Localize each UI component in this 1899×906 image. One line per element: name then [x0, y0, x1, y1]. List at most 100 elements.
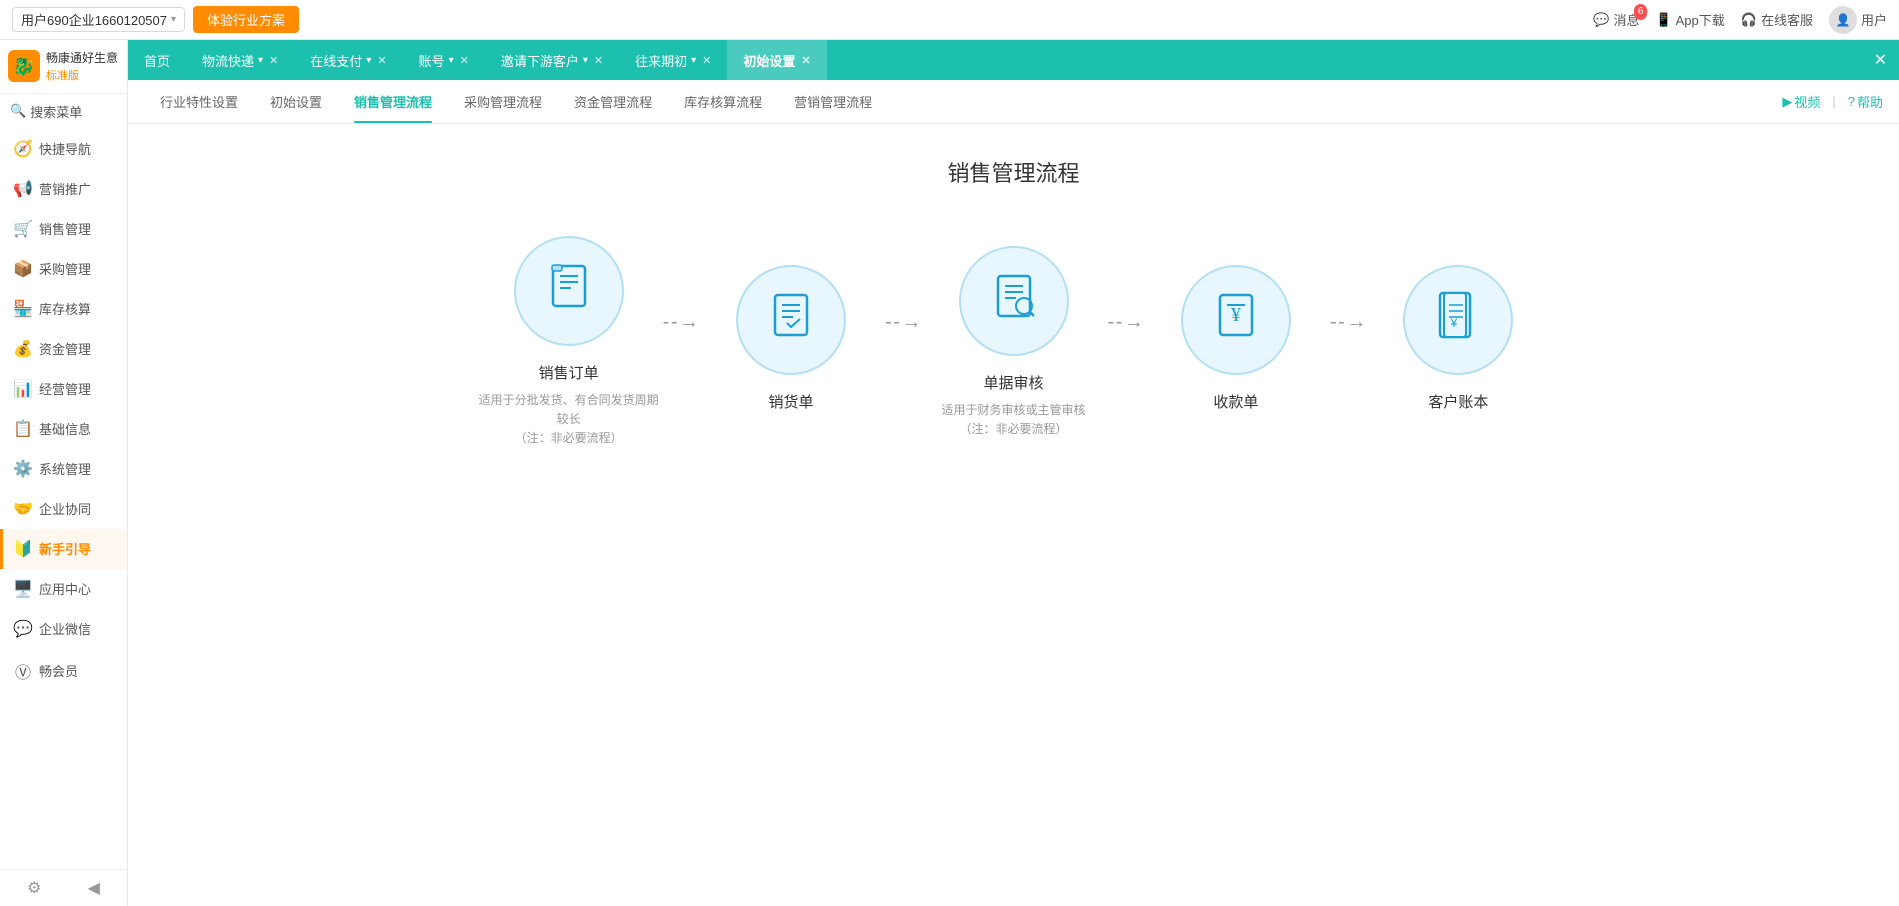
video-help-btn[interactable]: ▶ 视频 [1782, 92, 1820, 111]
flow-step-receipt[interactable]: ¥ 收款单 [1146, 265, 1326, 420]
trial-btn[interactable]: 体验行业方案 [193, 6, 299, 33]
sidebar-item-chang-member[interactable]: Ⓥ 畅会员 [0, 649, 127, 693]
flow-step-customer-ledger[interactable]: ¥ 客户账本 [1368, 265, 1548, 420]
sidebar-item-new-guide[interactable]: 🔰 新手引导 [0, 529, 127, 569]
sidebar-settings-btn[interactable]: ⚙ [27, 878, 41, 898]
marketing-promo-label: 营销推广 [39, 179, 91, 198]
company-selector[interactable]: 用户690企业1660120507 ▾ [12, 7, 185, 32]
subtab-inventory-flow[interactable]: 库存核算流程 [668, 80, 778, 123]
tab-logistics[interactable]: 物流快递 ▾ ✕ [186, 40, 294, 80]
flow-diagram: 销售订单 适用于分批发货、有合同发货周期较长（注：非必要流程） - - → [168, 236, 1859, 449]
subtab-industry-label: 行业特性设置 [160, 92, 238, 111]
close-all-tabs-btn[interactable]: ✕ [1862, 40, 1899, 80]
customer-ledger-icon: ¥ [1432, 289, 1484, 351]
sales-order-icon [543, 260, 595, 322]
sidebar-item-biz-mgmt[interactable]: 📊 经营管理 [0, 369, 127, 409]
sidebar-item-purchase-mgmt[interactable]: 📦 采购管理 [0, 249, 127, 289]
sidebar-item-sales-mgmt[interactable]: 🛒 销售管理 [0, 209, 127, 249]
receipt-name: 收款单 [1213, 391, 1258, 412]
close-account-btn[interactable]: ✕ [460, 54, 469, 67]
sidebar-item-sys-mgmt[interactable]: ⚙️ 系统管理 [0, 449, 127, 489]
flow-step-doc-review[interactable]: 单据审核 适用于财务审核或主管审核（注：非必要流程） [924, 246, 1104, 439]
video-icon: ▶ [1782, 94, 1792, 110]
sub-tabs-right: ▶ 视频 | ? 帮助 [1782, 92, 1883, 111]
user-btn[interactable]: 👤 用户 [1829, 6, 1887, 34]
sidebar-item-basic-info[interactable]: 📋 基础信息 [0, 409, 127, 449]
sidebar-collapse-btn[interactable]: ◀ [88, 878, 100, 898]
sidebar-item-marketing-promo[interactable]: 📢 营销推广 [0, 169, 127, 209]
tab-online-pay[interactable]: 在线支付 ▾ ✕ [294, 40, 402, 80]
biz-mgmt-label: 经营管理 [39, 379, 91, 398]
sidebar-item-enterprise-collab[interactable]: 🤝 企业协同 [0, 489, 127, 529]
tab-invite-label: 邀请下游客户 [501, 51, 579, 70]
tab-period-init[interactable]: 往来期初 ▾ ✕ [619, 40, 727, 80]
tab-account-label: 账号 [419, 51, 445, 70]
app-download-btn[interactable]: 📱 App下载 [1655, 10, 1724, 29]
app-center-label: 应用中心 [39, 579, 91, 598]
inventory-label: 库存核算 [39, 299, 91, 318]
subtab-purchase-flow-label: 采购管理流程 [464, 92, 542, 111]
dropdown-icon: ▾ [258, 55, 263, 66]
dropdown-icon3: ▾ [449, 55, 454, 66]
flow-circle-doc-review [959, 246, 1069, 356]
help-btn[interactable]: ? 帮助 [1848, 92, 1883, 111]
finance-mgmt-label: 资金管理 [39, 339, 91, 358]
download-icon: 📱 [1655, 12, 1671, 28]
sidebar-item-finance-mgmt[interactable]: 💰 资金管理 [0, 329, 127, 369]
doc-review-name: 单据审核 [983, 372, 1043, 393]
main-layout: 🐉 畅康通好生意 标准版 🔍 搜索菜单 🧭 快捷导航 📢 营销推广 🛒 销售管理… [0, 40, 1899, 906]
content-area: 首页 物流快递 ▾ ✕ 在线支付 ▾ ✕ 账号 ▾ ✕ 邀请下游客户 ▾ ✕ [128, 40, 1899, 906]
page-content: 销售管理流程 [128, 124, 1899, 906]
service-label: 在线客服 [1761, 10, 1813, 29]
tab-account[interactable]: 账号 ▾ ✕ [403, 40, 485, 80]
subtab-marketing-flow-label: 营销管理流程 [794, 92, 872, 111]
chevron-down-icon: ▾ [171, 14, 176, 25]
sys-mgmt-label: 系统管理 [39, 459, 91, 478]
tab-home[interactable]: 首页 [128, 40, 186, 80]
close-init-settings-btn[interactable]: ✕ [801, 54, 810, 67]
sidebar-logo: 🐉 畅康通好生意 标准版 [0, 40, 127, 94]
close-invite-btn[interactable]: ✕ [594, 54, 603, 67]
sidebar-item-quick-nav[interactable]: 🧭 快捷导航 [0, 129, 127, 169]
sales-order-desc: 适用于分批发货、有合同发货周期较长（注：非必要流程） [479, 391, 659, 449]
message-badge: 6 [1634, 4, 1648, 20]
close-logistics-btn[interactable]: ✕ [269, 54, 278, 67]
search-label: 搜索菜单 [30, 102, 82, 121]
subtab-marketing-flow[interactable]: 营销管理流程 [778, 80, 888, 123]
doc-review-desc: 适用于财务审核或主管审核（注：非必要流程） [941, 401, 1085, 439]
subtab-purchase-flow[interactable]: 采购管理流程 [448, 80, 558, 123]
flow-arrow-4: - - → [1330, 311, 1364, 374]
search-icon: 🔍 [10, 103, 26, 119]
sidebar-item-enterprise-wechat[interactable]: 💬 企业微信 [0, 609, 127, 649]
subtab-finance-flow[interactable]: 资金管理流程 [558, 80, 668, 123]
subtab-industry[interactable]: 行业特性设置 [144, 80, 254, 123]
video-label: 视频 [1794, 92, 1820, 111]
sales-mgmt-label: 销售管理 [39, 219, 91, 238]
subtab-sales-flow-label: 销售管理流程 [354, 92, 432, 111]
sidebar-search-btn[interactable]: 🔍 搜索菜单 [0, 94, 127, 129]
flow-circle-sales-order [514, 236, 624, 346]
close-period-init-btn[interactable]: ✕ [702, 54, 711, 67]
finance-mgmt-icon: 💰 [13, 339, 33, 359]
flow-step-sales-order[interactable]: 销售订单 适用于分批发货、有合同发货周期较长（注：非必要流程） [479, 236, 659, 449]
enterprise-collab-label: 企业协同 [39, 499, 91, 518]
subtab-init[interactable]: 初始设置 [254, 80, 338, 123]
flow-step-sales-invoice[interactable]: 销货单 [701, 265, 881, 420]
inventory-icon: 🏪 [13, 299, 33, 319]
online-service-btn[interactable]: 🎧 在线客服 [1741, 10, 1813, 29]
sidebar-item-app-center[interactable]: 🖥️ 应用中心 [0, 569, 127, 609]
tab-invite[interactable]: 邀请下游客户 ▾ ✕ [485, 40, 619, 80]
subtab-sales-flow[interactable]: 销售管理流程 [338, 80, 448, 123]
dropdown-icon5: ▾ [691, 55, 696, 66]
purchase-mgmt-label: 采购管理 [39, 259, 91, 278]
svg-text:¥: ¥ [1231, 304, 1241, 326]
message-btn[interactable]: 💬 消息 6 [1593, 10, 1639, 29]
subtab-init-label: 初始设置 [270, 92, 322, 111]
close-online-pay-btn[interactable]: ✕ [377, 54, 386, 67]
basic-info-icon: 📋 [13, 419, 33, 439]
sidebar-item-inventory[interactable]: 🏪 库存核算 [0, 289, 127, 329]
tab-init-settings[interactable]: 初始设置 ✕ [727, 40, 826, 80]
subtab-inventory-flow-label: 库存核算流程 [684, 92, 762, 111]
tab-period-init-label: 往来期初 [635, 51, 687, 70]
avatar: 👤 [1829, 6, 1857, 34]
